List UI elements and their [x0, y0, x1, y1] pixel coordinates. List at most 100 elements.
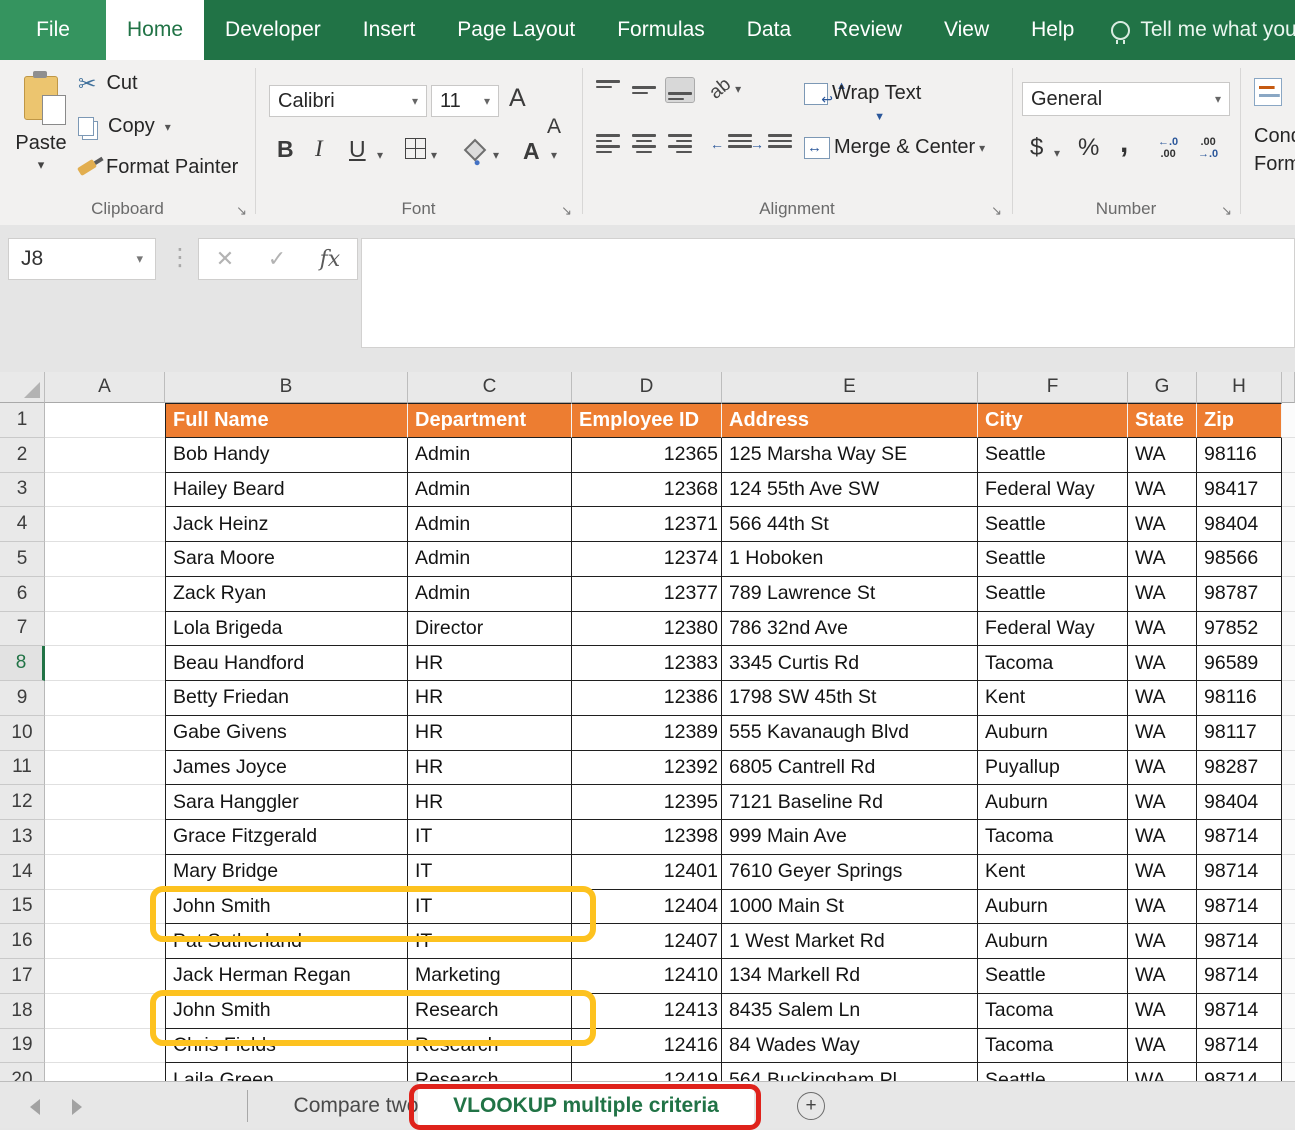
- cell-F2[interactable]: Seattle: [978, 438, 1128, 473]
- cell-A16[interactable]: [45, 924, 165, 959]
- cell-E2[interactable]: 125 Marsha Way SE: [722, 438, 978, 473]
- cut-button[interactable]: ✂ Cut: [78, 72, 138, 95]
- cell-F4[interactable]: Seattle: [978, 507, 1128, 542]
- cell-A12[interactable]: [45, 785, 165, 820]
- cell-G7[interactable]: WA: [1128, 612, 1197, 647]
- cell-E19[interactable]: 84 Wades Way: [722, 1029, 978, 1064]
- cell-C5[interactable]: Admin: [408, 542, 572, 577]
- cell-A20[interactable]: [45, 1063, 165, 1081]
- new-sheet-button[interactable]: +: [797, 1092, 825, 1120]
- select-all-corner[interactable]: [0, 372, 45, 403]
- cell-B7[interactable]: Lola Brigeda: [165, 612, 408, 647]
- orientation-button[interactable]: ab ▾: [710, 78, 741, 100]
- comma-style-button[interactable]: ,: [1120, 126, 1128, 160]
- cell-B12[interactable]: Sara Hanggler: [165, 785, 408, 820]
- top-align-button[interactable]: [594, 78, 622, 102]
- ribbon-tab-insert[interactable]: Insert: [342, 0, 437, 60]
- cell-H5[interactable]: 98566: [1197, 542, 1282, 577]
- cell-G19[interactable]: WA: [1128, 1029, 1197, 1064]
- cell-C12[interactable]: HR: [408, 785, 572, 820]
- cell-G17[interactable]: WA: [1128, 959, 1197, 994]
- merge-center-button[interactable]: Merge & Center ▾: [804, 136, 985, 159]
- enter-icon[interactable]: ✓: [268, 246, 286, 272]
- row-number-1[interactable]: 1: [0, 403, 45, 438]
- cell-F7[interactable]: Federal Way: [978, 612, 1128, 647]
- cell-E4[interactable]: 566 44th St: [722, 507, 978, 542]
- cell-E8[interactable]: 3345 Curtis Rd: [722, 646, 978, 681]
- cell-E17[interactable]: 134 Markell Rd: [722, 959, 978, 994]
- cell-A15[interactable]: [45, 890, 165, 925]
- font-color-caret-icon[interactable]: ▾: [551, 148, 557, 162]
- cell-G18[interactable]: WA: [1128, 994, 1197, 1029]
- cell-F13[interactable]: Tacoma: [978, 820, 1128, 855]
- cell-B18[interactable]: John Smith: [165, 994, 408, 1029]
- cell-B13[interactable]: Grace Fitzgerald: [165, 820, 408, 855]
- cell-F18[interactable]: Tacoma: [978, 994, 1128, 1029]
- row-number-4[interactable]: 4: [0, 507, 45, 542]
- conditional-formatting-icon[interactable]: [1254, 78, 1282, 106]
- cell-C10[interactable]: HR: [408, 716, 572, 751]
- cell-F12[interactable]: Auburn: [978, 785, 1128, 820]
- cell-B10[interactable]: Gabe Givens: [165, 716, 408, 751]
- cell-D20[interactable]: 12419: [572, 1063, 722, 1081]
- ribbon-tab-review[interactable]: Review: [812, 0, 923, 60]
- cell-H11[interactable]: 98287: [1197, 751, 1282, 786]
- column-header-B[interactable]: B: [165, 372, 408, 403]
- wrap-text-button[interactable]: Wrap Text: [804, 82, 921, 105]
- row-number-16[interactable]: 16: [0, 924, 45, 959]
- cell-H17[interactable]: 98714: [1197, 959, 1282, 994]
- cell-G14[interactable]: WA: [1128, 855, 1197, 890]
- cell-D1[interactable]: Employee ID: [572, 403, 722, 438]
- cell-A2[interactable]: [45, 438, 165, 473]
- cell-H2[interactable]: 98116: [1197, 438, 1282, 473]
- alignment-launcher-icon[interactable]: ↘: [991, 203, 1002, 219]
- cell-F19[interactable]: Tacoma: [978, 1029, 1128, 1064]
- row-number-18[interactable]: 18: [0, 994, 45, 1029]
- cell-A8[interactable]: [45, 646, 165, 681]
- ribbon-tab-help[interactable]: Help: [1010, 0, 1095, 60]
- cell-G11[interactable]: WA: [1128, 751, 1197, 786]
- insert-function-icon[interactable]: fx: [320, 247, 341, 272]
- borders-caret-icon[interactable]: ▾: [431, 148, 437, 162]
- cell-C6[interactable]: Admin: [408, 577, 572, 612]
- ribbon-tab-developer[interactable]: Developer: [204, 0, 342, 60]
- cell-G9[interactable]: WA: [1128, 681, 1197, 716]
- cell-F5[interactable]: Seattle: [978, 542, 1128, 577]
- cell-E13[interactable]: 999 Main Ave: [722, 820, 978, 855]
- cell-F3[interactable]: Federal Way: [978, 473, 1128, 508]
- cell-A11[interactable]: [45, 751, 165, 786]
- cell-C14[interactable]: IT: [408, 855, 572, 890]
- cell-B6[interactable]: Zack Ryan: [165, 577, 408, 612]
- paste-caret-icon[interactable]: ▾: [38, 157, 45, 173]
- cell-C16[interactable]: IT: [408, 924, 572, 959]
- cell-D3[interactable]: 12368: [572, 473, 722, 508]
- cell-H13[interactable]: 98714: [1197, 820, 1282, 855]
- number-format-select[interactable]: General ▾: [1022, 82, 1230, 116]
- tell-me-box[interactable]: Tell me what you wan: [1111, 0, 1295, 60]
- cell-G1[interactable]: State: [1128, 403, 1197, 438]
- cell-A9[interactable]: [45, 681, 165, 716]
- cell-E10[interactable]: 555 Kavanaugh Blvd: [722, 716, 978, 751]
- cell-G13[interactable]: WA: [1128, 820, 1197, 855]
- cell-A14[interactable]: [45, 855, 165, 890]
- cell-C18[interactable]: Research: [408, 994, 572, 1029]
- format-painter-button[interactable]: Format Painter: [78, 156, 238, 179]
- cell-B2[interactable]: Bob Handy: [165, 438, 408, 473]
- ribbon-tab-data[interactable]: Data: [726, 0, 812, 60]
- cell-D13[interactable]: 12398: [572, 820, 722, 855]
- cell-C9[interactable]: HR: [408, 681, 572, 716]
- cell-B1[interactable]: Full Name: [165, 403, 408, 438]
- cell-B14[interactable]: Mary Bridge: [165, 855, 408, 890]
- bottom-align-button[interactable]: [666, 78, 694, 102]
- cell-D2[interactable]: 12365: [572, 438, 722, 473]
- cell-B8[interactable]: Beau Handford: [165, 646, 408, 681]
- cell-A7[interactable]: [45, 612, 165, 647]
- cell-A13[interactable]: [45, 820, 165, 855]
- column-header-D[interactable]: D: [572, 372, 722, 403]
- cell-A17[interactable]: [45, 959, 165, 994]
- cell-D18[interactable]: 12413: [572, 994, 722, 1029]
- percent-button[interactable]: %: [1078, 134, 1099, 162]
- cell-A19[interactable]: [45, 1029, 165, 1064]
- increase-decimal-button[interactable]: ←.0 .00: [1158, 136, 1178, 160]
- row-number-19[interactable]: 19: [0, 1029, 45, 1064]
